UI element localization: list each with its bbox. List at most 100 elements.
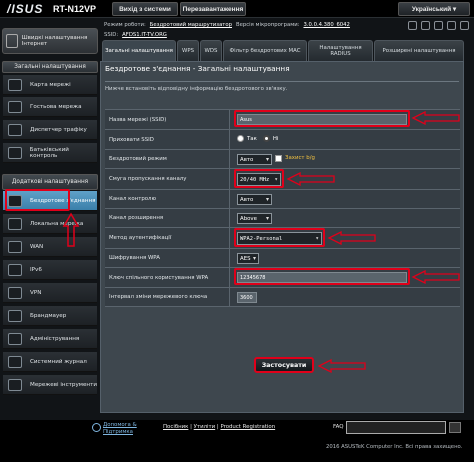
settings-panel: Бездротове з'єднання - Загальні налаштув…	[100, 61, 464, 413]
advanced-settings-header: Додаткові налаштування	[2, 174, 98, 190]
guest-icon	[8, 100, 22, 113]
encryption-field-label: Шифрування WPA	[105, 249, 230, 267]
sidebar-item-ipv6[interactable]: IPv6	[3, 260, 97, 280]
help-link[interactable]: Допомога & Підтримка	[92, 422, 137, 436]
firewall-icon	[8, 309, 22, 322]
sidebar-item-label: Мережеві інструменти	[30, 381, 97, 388]
router-model: RT-N12VP	[53, 4, 97, 14]
logout-button[interactable]: Вихід з системи	[112, 2, 178, 16]
asus-logo: /ISUS	[7, 2, 44, 16]
sidebar-item-administration[interactable]: Адміністрування	[3, 329, 97, 349]
interval-input[interactable]: 3600	[237, 292, 257, 303]
sidebar-item-label: Брандмауер	[30, 312, 67, 319]
form-row-encryption: Шифрування WPA AES	[105, 248, 460, 267]
protection-checkbox[interactable]	[275, 155, 282, 162]
tab-wds[interactable]: WDS	[200, 40, 222, 61]
registration-link[interactable]: Product Registration	[220, 424, 275, 430]
sidebar-item-network-tools[interactable]: Мережеві інструменти	[3, 375, 97, 395]
tab-advanced[interactable]: Розширені налаштування	[374, 40, 464, 61]
admin-icon	[8, 332, 22, 345]
manual-link[interactable]: Посібник	[163, 424, 188, 430]
sidebar-item-label: IPv6	[30, 266, 42, 273]
highlight-box-key	[234, 268, 410, 285]
faq-label: FAQ	[333, 424, 344, 430]
globe-icon	[8, 240, 22, 253]
mode-link[interactable]: Бездротовий маршрутизатор	[150, 20, 232, 30]
highlight-box-ssid	[234, 110, 410, 127]
hide-ssid-yes-label: Так	[247, 135, 257, 142]
sidebar-item-label: Батьківський контроль	[29, 146, 69, 159]
tab-wps[interactable]: WPS	[177, 40, 199, 61]
highlight-box-wireless	[5, 189, 70, 211]
ipv6-icon	[8, 263, 22, 276]
sidebar-item-label: VPN	[30, 289, 42, 296]
extension-select[interactable]: Above	[237, 213, 272, 224]
sidebar-item-label: Системний журнал	[30, 358, 87, 365]
sidebar-item-label: Диспетчер трафіку	[30, 126, 87, 133]
form-row-hide-ssid: Приховати SSID Так Ні	[105, 129, 460, 149]
general-settings-header: Загальні налаштування	[2, 61, 98, 73]
faq-search-button[interactable]	[449, 422, 461, 433]
status-icon[interactable]	[460, 21, 469, 30]
highlight-box-bandwidth	[234, 169, 284, 188]
sidebar-item-vpn[interactable]: VPN	[3, 283, 97, 303]
hide-ssid-no-label: Ні	[272, 135, 279, 142]
tools-icon	[8, 378, 22, 391]
help-label-1: Допомога &	[103, 422, 137, 428]
sidebar-item-firewall[interactable]: Брандмауер	[3, 306, 97, 326]
lan-icon	[8, 217, 22, 230]
fw-link[interactable]: 3.0.0.4.380_6042	[303, 20, 349, 30]
bandwidth-field-label: Смуга пропускання каналу	[105, 169, 230, 189]
sidebar-item-label: Гостьова мережа	[30, 103, 82, 110]
sidebar-item-label: WAN	[30, 243, 44, 250]
form-row-interval: Інтервал зміни мережевого ключа 3600	[105, 287, 460, 307]
sidebar: Швидкі налаштування Інтернет Загальні на…	[2, 24, 98, 416]
encryption-select[interactable]: AES	[237, 253, 259, 264]
sidebar-item-label: Карта мережі	[30, 81, 71, 88]
tab-general[interactable]: Загальні налаштування	[102, 40, 176, 61]
sidebar-item-system-log[interactable]: Системний журнал	[3, 352, 97, 372]
page-description: Нижче встановіть відповідну інформацію б…	[105, 86, 288, 92]
sidebar-item-guest-network[interactable]: Гостьова мережа	[3, 97, 97, 117]
utility-link[interactable]: Утиліти	[194, 424, 216, 430]
main-content: Загальні налаштування WPS WDS Фільтр без…	[100, 40, 472, 416]
app-icon[interactable]	[421, 21, 430, 30]
left-arrow-icon	[317, 359, 366, 373]
ssid-link[interactable]: AFDS1.IT-TV.ORG	[122, 30, 167, 40]
mode-label: Режим роботи:	[104, 22, 146, 28]
help-icon	[92, 423, 101, 432]
hide-ssid-yes-radio[interactable]	[237, 135, 244, 142]
tab-radius[interactable]: Налаштування RADIUS	[308, 40, 373, 61]
ssid-field-label: Назва мережі (SSID)	[105, 110, 230, 129]
quick-setup-label: Швидкі налаштування Інтернет	[21, 35, 88, 47]
auth-field-label: Метод аутентифікації	[105, 228, 230, 248]
tab-mac-filter[interactable]: Фільтр бездротових MAC	[223, 40, 307, 61]
footer-links: Посібник | Утиліти | Product Registratio…	[163, 424, 276, 430]
divider	[105, 81, 459, 82]
sidebar-item-traffic-manager[interactable]: Диспетчер трафіку	[3, 120, 97, 140]
user-icon[interactable]	[408, 21, 417, 30]
quick-setup-button[interactable]: Швидкі налаштування Інтернет	[2, 28, 98, 54]
left-arrow-icon	[327, 231, 376, 245]
log-icon	[8, 355, 22, 368]
sidebar-item-lan[interactable]: Локальна мережа	[3, 214, 97, 234]
language-select[interactable]: Український ▾	[398, 2, 470, 16]
interval-field-label: Інтервал зміни мережевого ключа	[105, 288, 230, 306]
vpn-icon	[8, 286, 22, 299]
fw-label: Версія мікропрограми:	[236, 22, 300, 28]
traffic-icon	[8, 123, 22, 136]
usb-icon[interactable]	[434, 21, 443, 30]
faq-search-input[interactable]	[346, 421, 446, 434]
sidebar-item-network-map[interactable]: Карта мережі	[3, 75, 97, 95]
extension-field-label: Канал розширення	[105, 209, 230, 227]
apply-button[interactable]: Застосувати	[254, 357, 314, 373]
hide-ssid-no-radio[interactable]	[262, 135, 270, 142]
left-arrow-icon	[286, 172, 335, 186]
reboot-button[interactable]: Перезавантаження	[180, 2, 246, 16]
page-title: Бездротове з'єднання - Загальні налаштув…	[105, 64, 290, 73]
sidebar-item-wan[interactable]: WAN	[3, 237, 97, 257]
channel-select[interactable]: Авто	[237, 194, 272, 205]
mode-select[interactable]: Авто	[237, 154, 272, 165]
sidebar-item-parental-control[interactable]: Батьківський контроль	[3, 143, 97, 163]
network-icon[interactable]	[447, 21, 456, 30]
